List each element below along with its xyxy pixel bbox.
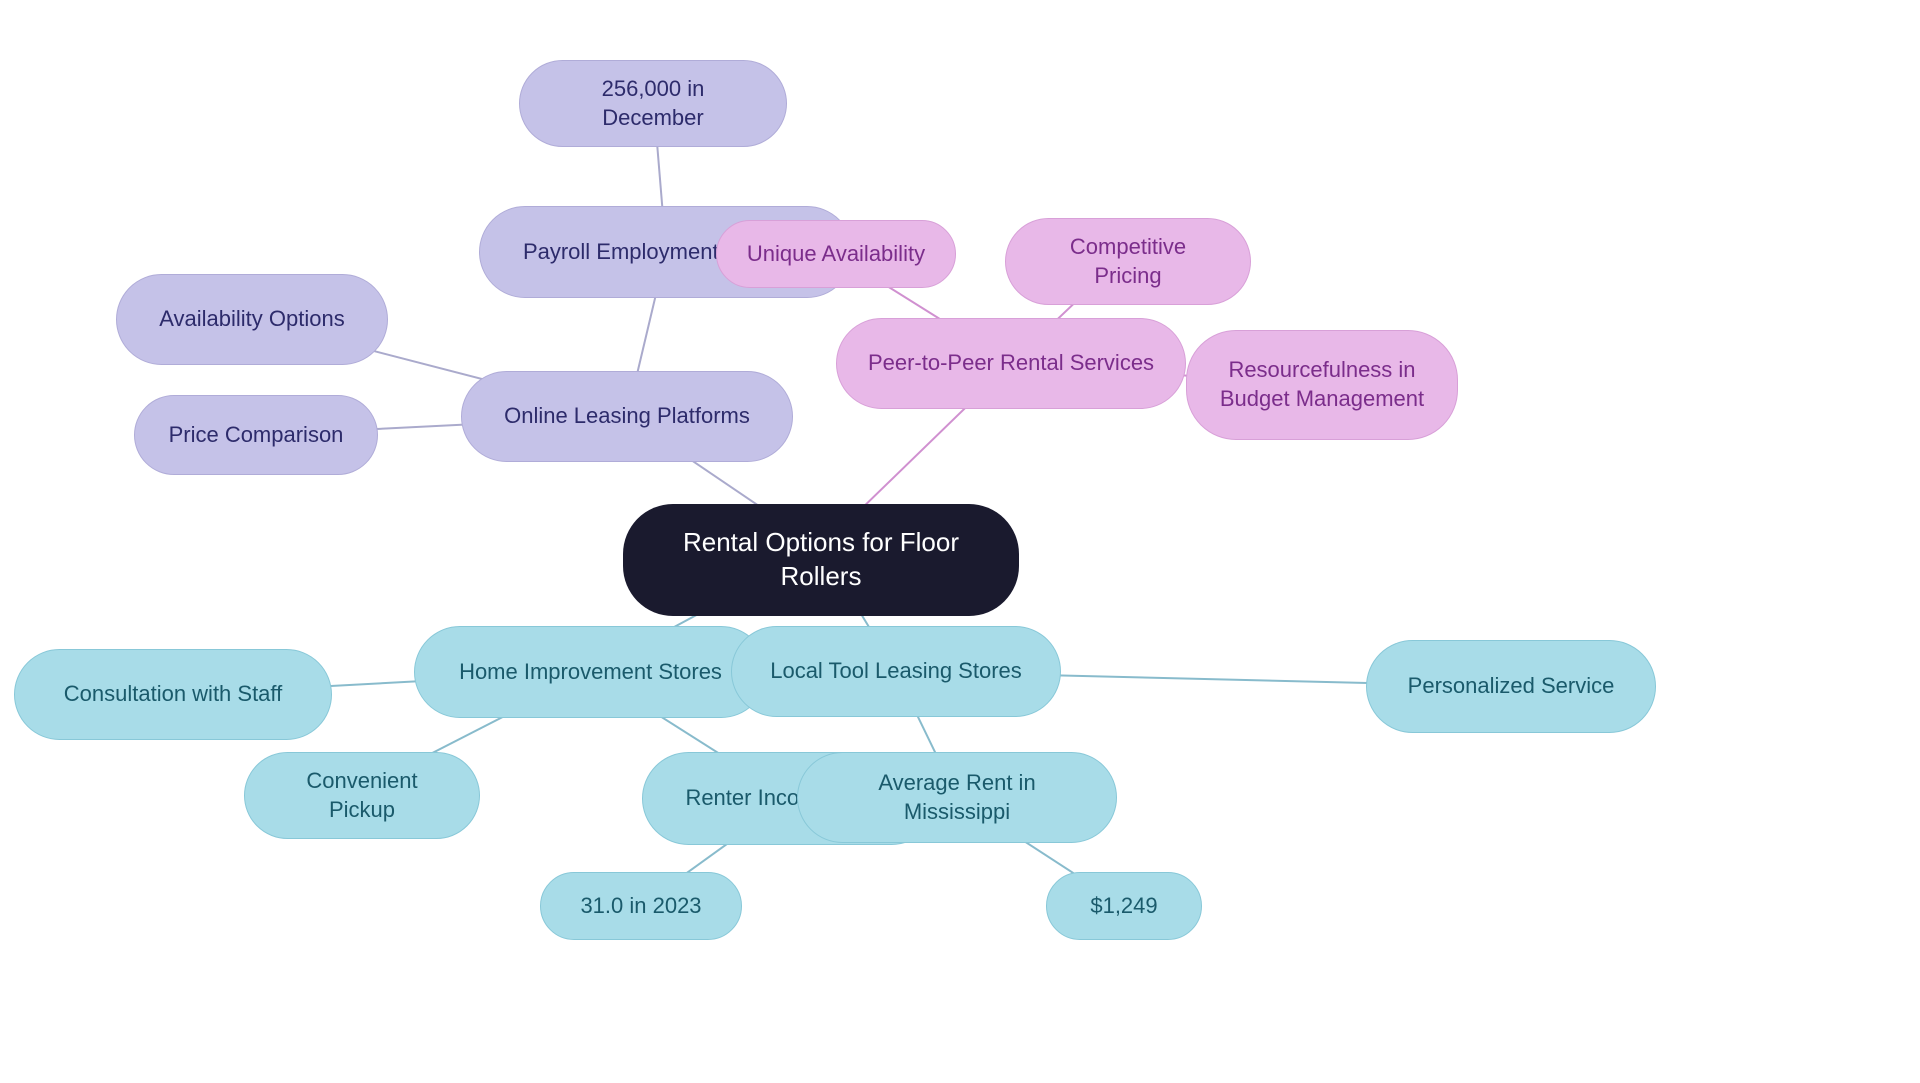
node-label-income-value: 31.0 in 2023 (580, 892, 701, 921)
node-rent-value: $1,249 (1046, 872, 1202, 940)
node-peer-rental: Peer-to-Peer Rental Services (836, 318, 1186, 409)
node-resourcefulness: Resourcefulness in Budget Management (1186, 330, 1458, 440)
node-label-availability-options: Availability Options (159, 305, 344, 334)
node-local-tool: Local Tool Leasing Stores (731, 626, 1061, 717)
node-personalized: Personalized Service (1366, 640, 1656, 733)
node-label-price-comparison: Price Comparison (169, 421, 344, 450)
node-label-center: Rental Options for Floor Rollers (667, 526, 975, 594)
node-label-december: 256,000 in December (548, 75, 758, 132)
node-label-local-tool: Local Tool Leasing Stores (770, 657, 1022, 686)
node-consultation: Consultation with Staff (14, 649, 332, 740)
node-label-home-improvement: Home Improvement Stores (459, 658, 722, 687)
node-center: Rental Options for Floor Rollers (623, 504, 1019, 616)
node-label-consultation: Consultation with Staff (64, 680, 283, 709)
node-label-resourcefulness: Resourcefulness in Budget Management (1215, 356, 1429, 413)
node-competitive-pricing: Competitive Pricing (1005, 218, 1251, 305)
node-availability-options: Availability Options (116, 274, 388, 365)
node-label-avg-rent: Average Rent in Mississippi (826, 769, 1088, 826)
node-december: 256,000 in December (519, 60, 787, 147)
node-avg-rent: Average Rent in Mississippi (797, 752, 1117, 843)
node-online-leasing: Online Leasing Platforms (461, 371, 793, 462)
node-label-unique-availability: Unique Availability (747, 240, 925, 269)
node-label-peer-rental: Peer-to-Peer Rental Services (868, 349, 1154, 378)
node-label-online-leasing: Online Leasing Platforms (504, 402, 750, 431)
node-home-improvement: Home Improvement Stores (414, 626, 767, 718)
node-label-rent-value: $1,249 (1090, 892, 1157, 921)
node-income-value: 31.0 in 2023 (540, 872, 742, 940)
node-label-convenient-pickup: Convenient Pickup (273, 767, 451, 824)
node-label-personalized: Personalized Service (1408, 672, 1615, 701)
node-convenient-pickup: Convenient Pickup (244, 752, 480, 839)
node-label-competitive-pricing: Competitive Pricing (1034, 233, 1222, 290)
node-unique-availability: Unique Availability (716, 220, 956, 288)
node-price-comparison: Price Comparison (134, 395, 378, 475)
